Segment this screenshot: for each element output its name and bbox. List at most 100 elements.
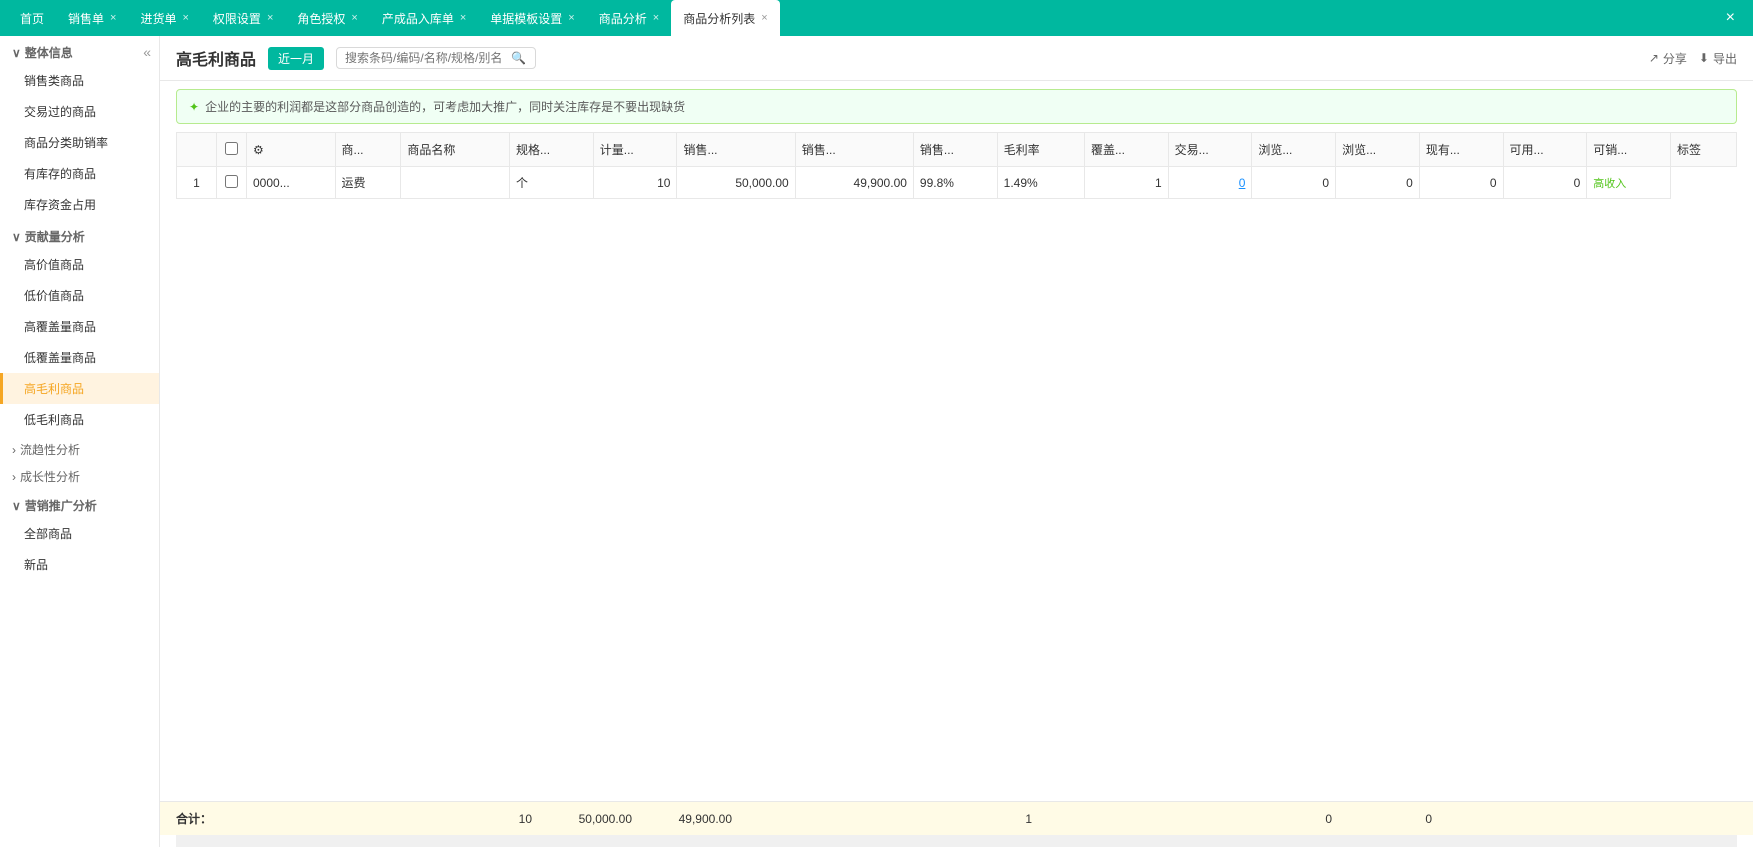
close-tab-template[interactable]: ×	[568, 12, 574, 24]
th-coverage[interactable]: 覆盖...	[1084, 133, 1168, 167]
nav-sales-order[interactable]: 销售单 ×	[56, 0, 128, 36]
search-input[interactable]	[345, 51, 505, 65]
th-code[interactable]: 商...	[335, 133, 401, 167]
close-tab-permissions[interactable]: ×	[267, 12, 273, 24]
close-tab-product-analysis[interactable]: ×	[653, 12, 659, 24]
sidebar: « ∨ 整体信息 销售类商品 交易过的商品 商品分类助销率 有库存的商品 库存资…	[0, 36, 160, 847]
cell-spec	[401, 167, 510, 199]
nav-product-analysis-list[interactable]: 商品分析列表 ×	[671, 0, 779, 36]
cell-gross-rate: 99.8%	[913, 167, 997, 199]
sidebar-group-contribution[interactable]: ∨ 贡献量分析	[0, 220, 159, 249]
table-header-row: ⚙ 商... 商品名称 规格... 计量... 销售... 销售... 销售..…	[177, 133, 1737, 167]
th-tag[interactable]: 标签	[1670, 133, 1736, 167]
row-checkbox[interactable]	[225, 175, 238, 188]
nav-role-auth[interactable]: 角色授权 ×	[285, 0, 369, 36]
horizontal-scrollbar[interactable]	[176, 835, 1737, 847]
info-banner: ✦ 企业的主要的利润都是这部分商品创造的，可考虑加大推广，同时关注库存是不要出现…	[176, 89, 1737, 124]
select-all-checkbox[interactable]	[225, 142, 238, 155]
cell-saleable: 0	[1503, 167, 1587, 199]
cell-unit: 个	[510, 167, 594, 199]
sidebar-item-inventory-capital[interactable]: 库存资金占用	[0, 189, 159, 220]
sidebar-item-low-value[interactable]: 低价值商品	[0, 280, 159, 311]
th-spec[interactable]: 规格...	[510, 133, 594, 167]
sidebar-item-high-coverage[interactable]: 高覆盖量商品	[0, 311, 159, 342]
search-box[interactable]: 🔍	[336, 47, 536, 69]
sidebar-group-growth[interactable]: › 成长性分析	[0, 462, 159, 489]
footer-stock-avail: 0	[1252, 812, 1332, 826]
table-body: 1 0000... 运费 个 10 50,000.00 49,900.00 99…	[177, 167, 1737, 199]
close-tab-purchase[interactable]: ×	[182, 12, 188, 24]
footer-available: 0	[1352, 812, 1432, 826]
sidebar-item-sales-goods[interactable]: 销售类商品	[0, 65, 159, 96]
cell-browse1[interactable]: 0	[1168, 167, 1252, 199]
sidebar-item-high-value[interactable]: 高价值商品	[0, 249, 159, 280]
close-tab-sales[interactable]: ×	[110, 12, 116, 24]
sidebar-group-trend[interactable]: › 流趋性分析	[0, 435, 159, 462]
th-stock-avail[interactable]: 现有...	[1419, 133, 1503, 167]
table-container[interactable]: ⚙ 商... 商品名称 规格... 计量... 销售... 销售... 销售..…	[176, 132, 1737, 801]
nav-template-settings[interactable]: 单据模板设置 ×	[478, 0, 586, 36]
cell-sales-qty: 10	[593, 167, 677, 199]
cell-sales-profit: 49,900.00	[795, 167, 913, 199]
cell-code: 0000...	[247, 167, 336, 199]
sidebar-item-in-stock-goods[interactable]: 有库存的商品	[0, 158, 159, 189]
product-table: ⚙ 商... 商品名称 规格... 计量... 销售... 销售... 销售..…	[176, 132, 1737, 199]
footer-trade: 1	[952, 812, 1032, 826]
footer-sales-profit: 49,900.00	[652, 812, 732, 826]
nav-product-analysis[interactable]: 商品分析 ×	[587, 0, 671, 36]
nav-product-storage[interactable]: 产成品入库单 ×	[370, 0, 478, 36]
chevron-down-icon-2: ∨	[12, 230, 21, 244]
cell-available: 0	[1419, 167, 1503, 199]
header-actions: ↗ 分享 ⬇ 导出	[1649, 50, 1737, 67]
nav-home[interactable]: 首页	[8, 0, 56, 36]
th-available[interactable]: 可用...	[1503, 133, 1587, 167]
th-setting[interactable]: ⚙	[247, 133, 336, 167]
th-saleable[interactable]: 可销...	[1587, 133, 1671, 167]
th-trade[interactable]: 交易...	[1168, 133, 1252, 167]
footer-sales-amt: 50,000.00	[552, 812, 632, 826]
content-area: 高毛利商品 近一月 🔍 ↗ 分享 ⬇ 导出 ✦ 企业的主要的利润都是这部分商品创…	[160, 36, 1753, 847]
footer-sales-qty: 10	[452, 812, 532, 826]
sidebar-item-high-margin[interactable]: 高毛利商品	[0, 373, 159, 404]
th-browse1[interactable]: 浏览...	[1252, 133, 1336, 167]
th-name[interactable]: 商品名称	[401, 133, 510, 167]
window-close-button[interactable]: ×	[1716, 9, 1745, 27]
sidebar-item-new-goods[interactable]: 新品	[0, 549, 159, 580]
cell-stock-avail: 0	[1336, 167, 1420, 199]
sidebar-group-marketing[interactable]: ∨ 营销推广分析	[0, 489, 159, 518]
sidebar-item-low-coverage[interactable]: 低覆盖量商品	[0, 342, 159, 373]
cell-name: 运费	[335, 167, 401, 199]
export-button[interactable]: ⬇ 导出	[1699, 50, 1737, 67]
th-gross-rate[interactable]: 毛利率	[997, 133, 1084, 167]
sidebar-item-traded-goods[interactable]: 交易过的商品	[0, 96, 159, 127]
cell-browse2: 0	[1252, 167, 1336, 199]
chevron-down-icon-3: ∨	[12, 499, 21, 513]
main-layout: « ∨ 整体信息 销售类商品 交易过的商品 商品分类助销率 有库存的商品 库存资…	[0, 36, 1753, 847]
sidebar-collapse-button[interactable]: «	[143, 44, 151, 60]
sidebar-item-category-sales-rate[interactable]: 商品分类助销率	[0, 127, 159, 158]
share-button[interactable]: ↗ 分享	[1649, 50, 1687, 67]
th-unit[interactable]: 计量...	[593, 133, 677, 167]
share-icon: ↗	[1649, 51, 1659, 65]
sidebar-group-overview[interactable]: ∨ 整体信息	[0, 36, 159, 65]
close-tab-product-analysis-list[interactable]: ×	[761, 12, 767, 24]
table-row: 1 0000... 运费 个 10 50,000.00 49,900.00 99…	[177, 167, 1737, 199]
th-sales-profit[interactable]: 销售...	[913, 133, 997, 167]
nav-permissions[interactable]: 权限设置 ×	[201, 0, 285, 36]
close-tab-product-storage[interactable]: ×	[460, 12, 466, 24]
footer-label: 合计：	[176, 810, 212, 827]
export-icon: ⬇	[1699, 51, 1709, 65]
cell-check[interactable]	[217, 167, 247, 199]
time-filter-button[interactable]: 近一月	[268, 47, 324, 70]
sidebar-item-low-margin[interactable]: 低毛利商品	[0, 404, 159, 435]
sidebar-item-all-goods[interactable]: 全部商品	[0, 518, 159, 549]
th-browse2[interactable]: 浏览...	[1336, 133, 1420, 167]
top-navigation: 首页 销售单 × 进货单 × 权限设置 × 角色授权 × 产成品入库单 × 单据…	[0, 0, 1753, 36]
nav-purchase[interactable]: 进货单 ×	[128, 0, 200, 36]
th-sales-amt[interactable]: 销售...	[795, 133, 913, 167]
cell-tag: 高收入	[1587, 167, 1671, 199]
close-tab-role-auth[interactable]: ×	[351, 12, 357, 24]
th-sales-qty[interactable]: 销售...	[677, 133, 795, 167]
info-banner-text: 企业的主要的利润都是这部分商品创造的，可考虑加大推广，同时关注库存是不要出现缺货	[205, 98, 685, 115]
search-icon[interactable]: 🔍	[511, 51, 526, 65]
